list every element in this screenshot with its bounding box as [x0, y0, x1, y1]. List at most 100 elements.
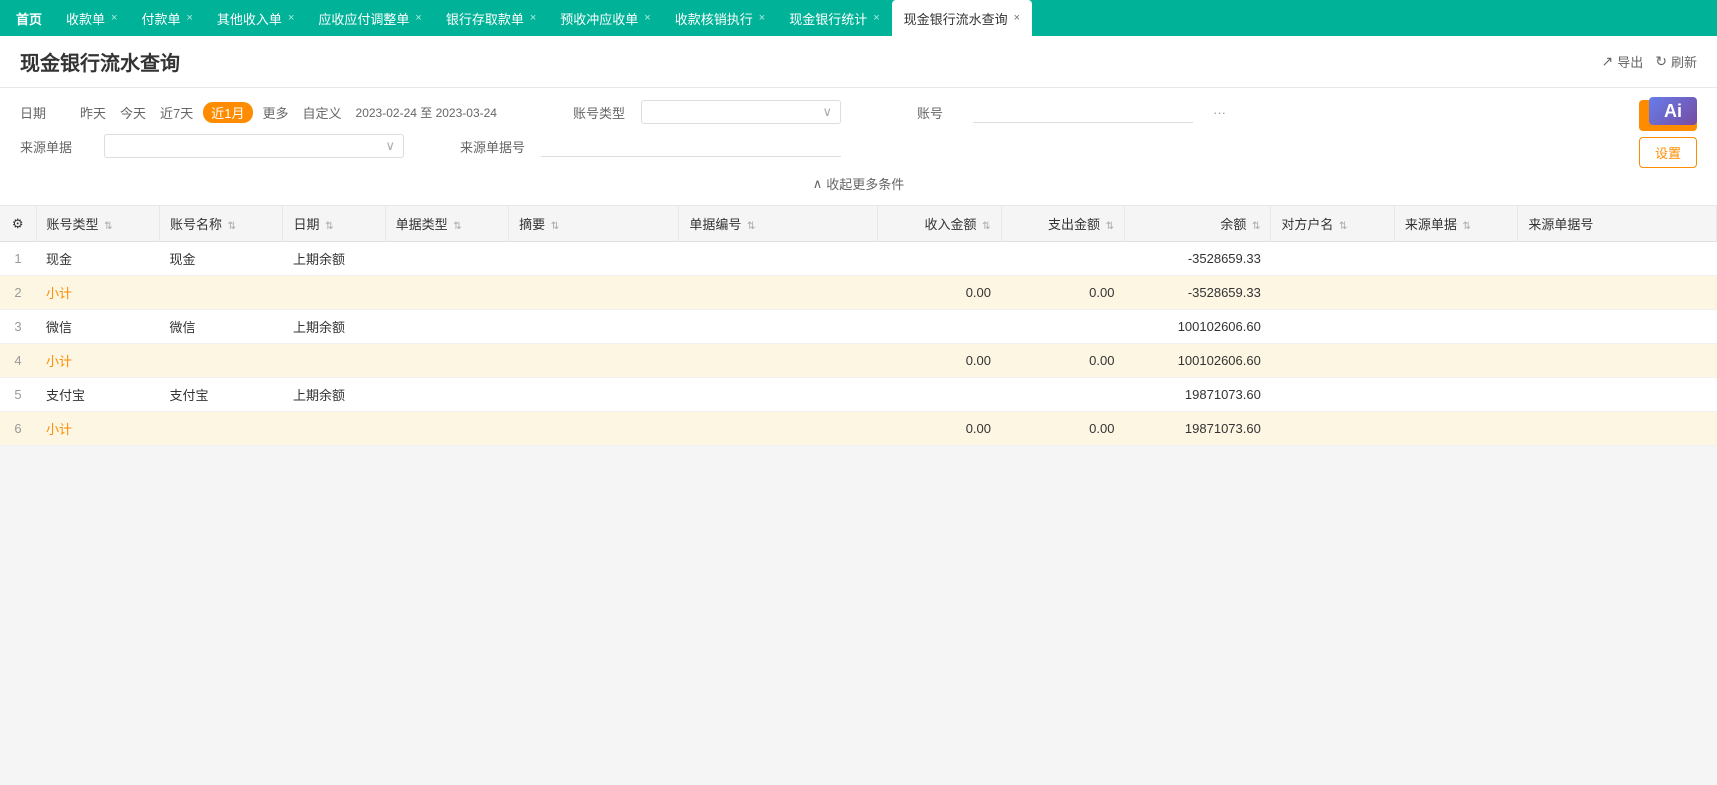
close-icon[interactable]: ×: [759, 12, 765, 24]
cell-counterpart: [1271, 378, 1394, 412]
cell-source-doc-no: [1518, 242, 1717, 276]
close-icon[interactable]: ×: [1014, 12, 1020, 24]
source-doc-no-label: 来源单据号: [460, 137, 525, 156]
date-btn-more[interactable]: 更多: [259, 102, 293, 123]
cell-date: 上期余额: [283, 242, 385, 276]
collapse-bar[interactable]: ∧ 收起更多条件: [20, 170, 1697, 197]
close-icon[interactable]: ×: [111, 12, 117, 24]
cell-doc-type: [385, 378, 508, 412]
cell-expense: 0.00: [1001, 276, 1124, 310]
th-doc-type[interactable]: 单据类型 ⇅: [385, 206, 508, 242]
close-icon[interactable]: ×: [415, 12, 421, 24]
close-icon[interactable]: ×: [644, 12, 650, 24]
th-doc-no[interactable]: 单据编号 ⇅: [679, 206, 878, 242]
th-source-doc-no-label: 来源单据号: [1528, 217, 1593, 232]
th-balance[interactable]: 余额 ⇅: [1124, 206, 1270, 242]
th-source-doc-no[interactable]: 来源单据号: [1518, 206, 1717, 242]
nav-tab-fuKuanDan[interactable]: 付款单 ×: [129, 0, 204, 36]
sort-icon: ⇅: [982, 221, 990, 232]
cell-date: [283, 276, 385, 310]
cell-counterpart: [1271, 344, 1394, 378]
nav-tab-yuShouChong[interactable]: 预收冲应收单 ×: [548, 0, 662, 36]
th-counterpart[interactable]: 对方户名 ⇅: [1271, 206, 1394, 242]
cell-account-name: 现金: [159, 242, 282, 276]
cell-source-doc: [1394, 412, 1517, 446]
cell-date: 上期余额: [283, 378, 385, 412]
close-icon[interactable]: ×: [288, 12, 294, 24]
export-button[interactable]: ↗ 导出: [1602, 52, 1644, 71]
th-income[interactable]: 收入金额 ⇅: [878, 206, 1001, 242]
cell-account-type: 支付宝: [36, 378, 159, 412]
cell-source-doc-no: [1518, 412, 1717, 446]
account-label: 账号: [917, 103, 957, 122]
source-doc-select[interactable]: ∨: [104, 134, 404, 158]
cell-doc-no: [679, 412, 878, 446]
sort-icon: ⇅: [551, 221, 559, 232]
cell-summary: [509, 276, 679, 310]
th-account-name-label: 账号名称: [170, 217, 222, 232]
th-source-doc[interactable]: 来源单据 ⇅: [1394, 206, 1517, 242]
nav-tab-liuShuiChaxun[interactable]: 现金银行流水查询 ×: [892, 0, 1032, 36]
cell-source-doc-no: [1518, 310, 1717, 344]
cell-doc-type: [385, 276, 508, 310]
th-expense[interactable]: 支出金额 ⇅: [1001, 206, 1124, 242]
table-body: 1现金现金上期余额-3528659.332小计0.000.00-3528659.…: [0, 242, 1717, 446]
cell-counterpart: [1271, 310, 1394, 344]
th-gear[interactable]: ⚙: [0, 206, 36, 242]
cell-doc-type: [385, 344, 508, 378]
th-summary[interactable]: 摘要 ⇅: [509, 206, 679, 242]
table-header-row: ⚙ 账号类型 ⇅ 账号名称 ⇅ 日期 ⇅ 单据类型 ⇅ 摘: [0, 206, 1717, 242]
source-doc-no-input[interactable]: [541, 135, 841, 157]
cell-source-doc: [1394, 276, 1517, 310]
cell-source-doc-no: [1518, 344, 1717, 378]
chevron-down-icon: ∨: [386, 138, 396, 154]
close-icon[interactable]: ×: [873, 12, 879, 24]
row-number: 5: [0, 378, 36, 412]
nav-tab-qitaShouRuDan[interactable]: 其他收入单 ×: [205, 0, 306, 36]
ai-badge[interactable]: Ai: [1649, 97, 1697, 125]
account-type-select[interactable]: ∨: [641, 100, 841, 124]
cell-income: [878, 310, 1001, 344]
cell-balance: 19871073.60: [1124, 378, 1270, 412]
settings-button[interactable]: 设置: [1639, 137, 1697, 168]
th-doc-no-label: 单据编号: [689, 217, 741, 232]
cell-source-doc-no: [1518, 378, 1717, 412]
cell-doc-type: [385, 412, 508, 446]
th-doc-type-label: 单据类型: [396, 217, 448, 232]
account-input[interactable]: [973, 101, 1193, 123]
th-balance-label: 余额: [1220, 217, 1246, 232]
cell-balance: -3528659.33: [1124, 242, 1270, 276]
cell-counterpart: [1271, 412, 1394, 446]
nav-tab-shouKuanDan[interactable]: 收款单 ×: [54, 0, 129, 36]
more-options-icon[interactable]: ···: [1213, 105, 1226, 120]
cell-income: 0.00: [878, 344, 1001, 378]
table-row: 1现金现金上期余额-3528659.33: [0, 242, 1717, 276]
date-btn-today[interactable]: 今天: [116, 102, 150, 123]
date-btn-1month[interactable]: 近1月: [203, 102, 252, 123]
nav-tab-xianjinTongji[interactable]: 现金银行统计 ×: [777, 0, 891, 36]
date-btn-7days[interactable]: 近7天: [156, 102, 197, 123]
nav-tab-shouKuanHeXiao[interactable]: 收款核销执行 ×: [663, 0, 777, 36]
cell-account-name: [159, 412, 282, 446]
sort-icon: ⇅: [1252, 221, 1260, 232]
close-icon[interactable]: ×: [530, 12, 536, 24]
th-date[interactable]: 日期 ⇅: [283, 206, 385, 242]
refresh-button[interactable]: ↻ 刷新: [1655, 52, 1697, 71]
nav-home[interactable]: 首页: [4, 0, 54, 36]
nav-tab-yingShouTiaoZheng[interactable]: 应收应付调整单 ×: [306, 0, 433, 36]
sort-icon: ⇅: [1339, 221, 1347, 232]
nav-tab-yinHangCunQu[interactable]: 银行存取款单 ×: [434, 0, 548, 36]
date-btn-custom[interactable]: 自定义: [299, 102, 346, 123]
cell-expense: 0.00: [1001, 412, 1124, 446]
cell-doc-no: [679, 276, 878, 310]
cell-expense: [1001, 378, 1124, 412]
close-icon[interactable]: ×: [186, 12, 192, 24]
th-account-type[interactable]: 账号类型 ⇅: [36, 206, 159, 242]
cell-doc-no: [679, 344, 878, 378]
table-container: ⚙ 账号类型 ⇅ 账号名称 ⇅ 日期 ⇅ 单据类型 ⇅ 摘: [0, 206, 1717, 446]
date-btn-yesterday[interactable]: 昨天: [76, 102, 110, 123]
cell-account-type: 现金: [36, 242, 159, 276]
th-account-name[interactable]: 账号名称 ⇅: [159, 206, 282, 242]
cell-doc-type: [385, 242, 508, 276]
page-title: 现金银行流水查询: [20, 47, 180, 76]
